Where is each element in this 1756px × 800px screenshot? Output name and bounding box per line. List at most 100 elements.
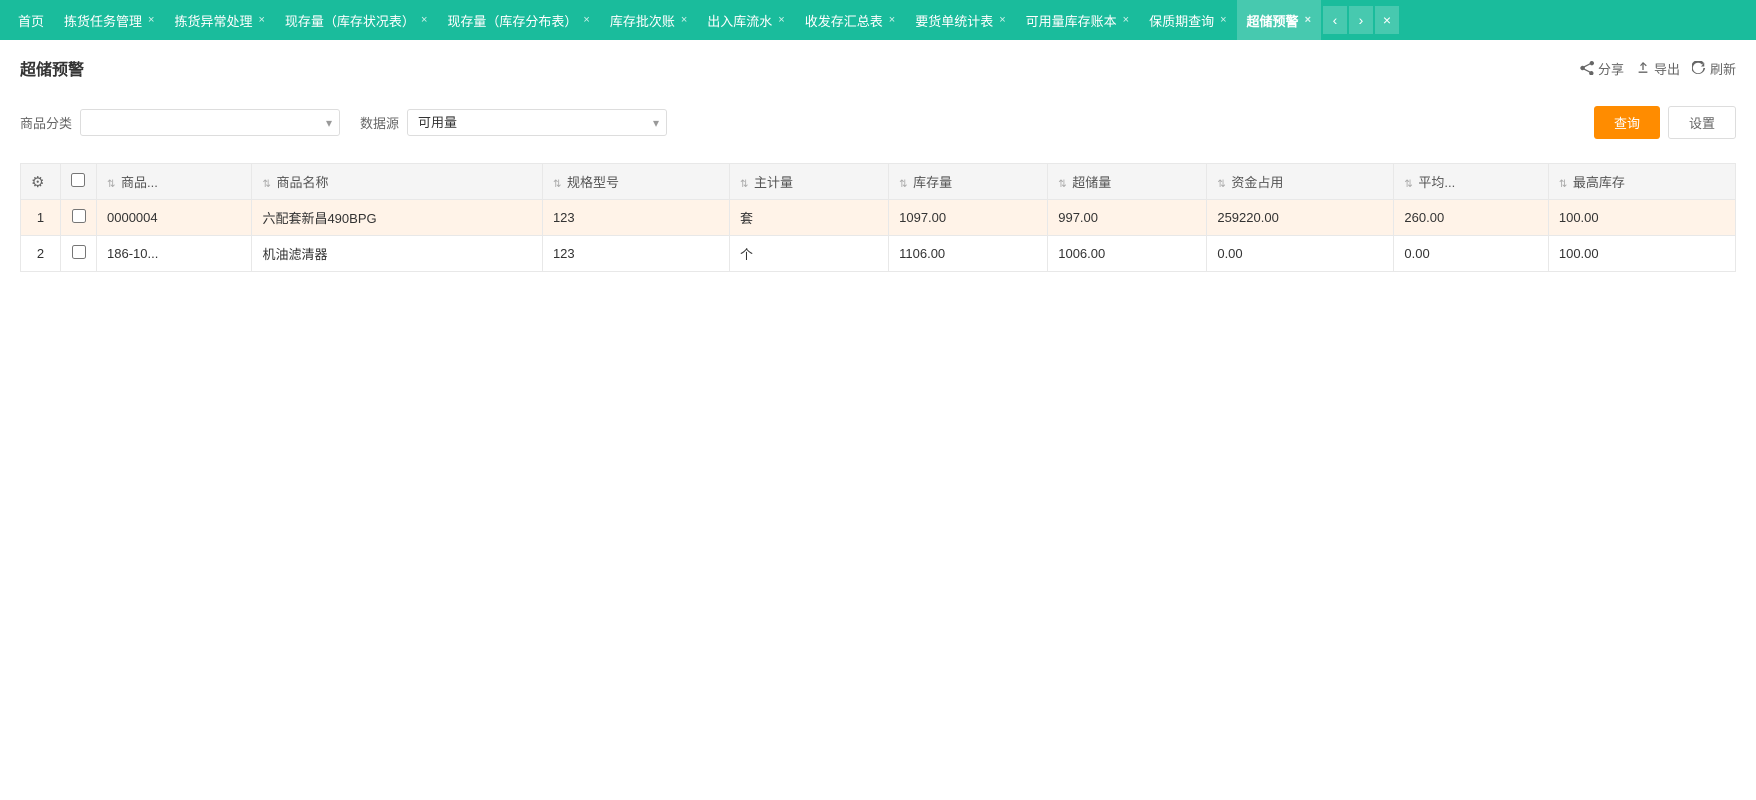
tab-close-button[interactable]: × — [1375, 6, 1399, 34]
tab-inventory-status[interactable]: 现存量（库存状况表） × — [275, 0, 437, 40]
tab-picking-task[interactable]: 拣货任务管理 × — [54, 0, 164, 40]
select-all-checkbox[interactable] — [71, 173, 85, 187]
tab-picking-exception[interactable]: 拣货异常处理 × — [164, 0, 274, 40]
page-content: 超储预警 分享 导出 刷新 商品分类 — [0, 40, 1756, 800]
tab-order-stats[interactable]: 要货单统计表 × — [905, 0, 1015, 40]
gear-icon[interactable]: ⚙ — [31, 174, 44, 191]
category-filter: 商品分类 — [20, 109, 340, 136]
close-icon[interactable]: × — [148, 14, 154, 26]
tab-inout-flow[interactable]: 出入库流水 × — [697, 0, 794, 40]
col-header-max: ⇅ 最高库存 — [1548, 164, 1735, 200]
close-icon[interactable]: × — [1220, 14, 1226, 26]
col-header-unit: ⇅ 主计量 — [730, 164, 889, 200]
row-name: 六配套新昌490BPG — [252, 200, 543, 236]
row-stock: 1106.00 — [889, 236, 1048, 272]
table-row: 2 186-10... 机油滤清器 123 个 1106.00 1006.00 … — [21, 236, 1736, 272]
sort-icon: ⇅ — [1404, 179, 1412, 190]
close-icon[interactable]: × — [778, 14, 784, 26]
close-icon[interactable]: × — [583, 14, 589, 26]
close-icon[interactable]: × — [421, 14, 427, 26]
settings-button[interactable]: 设置 — [1668, 106, 1736, 139]
close-icon[interactable]: × — [1123, 14, 1129, 26]
table-header-row: ⚙ ⇅ 商品... ⇅ 商品名称 ⇅ 规格型号 ⇅ — [21, 164, 1736, 200]
row-avg: 0.00 — [1394, 236, 1548, 272]
row-check — [61, 236, 97, 272]
refresh-icon — [1692, 61, 1706, 75]
row-avg: 260.00 — [1394, 200, 1548, 236]
col-header-settings: ⚙ — [21, 164, 61, 200]
col-header-over: ⇅ 超储量 — [1048, 164, 1207, 200]
datasource-filter: 数据源 可用量 库存量 — [360, 109, 667, 136]
category-select-wrapper — [80, 109, 340, 136]
row-unit: 个 — [730, 236, 889, 272]
col-header-name: ⇅ 商品名称 — [252, 164, 543, 200]
close-icon[interactable]: × — [889, 14, 895, 26]
page-header: 超储预警 分享 导出 刷新 — [20, 56, 1736, 80]
category-label: 商品分类 — [20, 113, 72, 132]
share-icon — [1580, 61, 1594, 75]
share-button[interactable]: 分享 — [1580, 59, 1624, 78]
col-header-check — [61, 164, 97, 200]
tab-overstock-warning[interactable]: 超储预警 × — [1237, 0, 1321, 40]
sort-icon: ⇅ — [740, 179, 748, 190]
query-button[interactable]: 查询 — [1594, 106, 1660, 139]
col-header-capital: ⇅ 资金占用 — [1207, 164, 1394, 200]
close-icon[interactable]: × — [999, 14, 1005, 26]
row-name: 机油滤清器 — [252, 236, 543, 272]
row-max: 100.00 — [1548, 200, 1735, 236]
tab-batch-account[interactable]: 库存批次账 × — [600, 0, 697, 40]
tab-home[interactable]: 首页 — [8, 0, 54, 40]
tab-available-account[interactable]: 可用量库存账本 × — [1016, 0, 1139, 40]
datasource-label: 数据源 — [360, 113, 399, 132]
topbar: 首页 拣货任务管理 × 拣货异常处理 × 现存量（库存状况表） × 现存量（库存… — [0, 0, 1756, 40]
refresh-button[interactable]: 刷新 — [1692, 59, 1736, 78]
page-title: 超储预警 — [20, 56, 84, 80]
sort-icon: ⇅ — [1559, 179, 1567, 190]
row-spec: 123 — [542, 236, 729, 272]
col-header-spec: ⇅ 规格型号 — [542, 164, 729, 200]
sort-icon: ⇅ — [107, 179, 115, 190]
close-icon[interactable]: × — [681, 14, 687, 26]
row-capital: 0.00 — [1207, 236, 1394, 272]
row-spec: 123 — [542, 200, 729, 236]
sort-icon: ⇅ — [1217, 179, 1225, 190]
col-header-stock: ⇅ 库存量 — [889, 164, 1048, 200]
data-table: ⚙ ⇅ 商品... ⇅ 商品名称 ⇅ 规格型号 ⇅ — [20, 163, 1736, 272]
row-capital: 259220.00 — [1207, 200, 1394, 236]
table-body: 1 0000004 六配套新昌490BPG 123 套 1097.00 997.… — [21, 200, 1736, 272]
close-icon[interactable]: × — [1305, 14, 1311, 26]
row-code: 0000004 — [97, 200, 252, 236]
table-row: 1 0000004 六配套新昌490BPG 123 套 1097.00 997.… — [21, 200, 1736, 236]
row-checkbox[interactable] — [72, 209, 86, 223]
tab-inventory-dist[interactable]: 现存量（库存分布表） × — [437, 0, 599, 40]
sort-icon: ⇅ — [553, 179, 561, 190]
export-button[interactable]: 导出 — [1636, 59, 1680, 78]
col-header-avg: ⇅ 平均... — [1394, 164, 1548, 200]
datasource-select-wrapper: 可用量 库存量 — [407, 109, 667, 136]
header-actions: 分享 导出 刷新 — [1580, 59, 1736, 78]
row-num: 2 — [21, 236, 61, 272]
tab-collect-summary[interactable]: 收发存汇总表 × — [795, 0, 905, 40]
row-check — [61, 200, 97, 236]
col-header-code: ⇅ 商品... — [97, 164, 252, 200]
row-over: 997.00 — [1048, 200, 1207, 236]
row-stock: 1097.00 — [889, 200, 1048, 236]
sort-icon: ⇅ — [262, 179, 270, 190]
filter-actions: 查询 设置 — [1594, 106, 1736, 139]
sort-icon: ⇅ — [899, 179, 907, 190]
sort-icon: ⇅ — [1058, 179, 1066, 190]
tab-next-button[interactable]: › — [1349, 6, 1373, 34]
row-code: 186-10... — [97, 236, 252, 272]
tab-prev-button[interactable]: ‹ — [1323, 6, 1347, 34]
row-over: 1006.00 — [1048, 236, 1207, 272]
export-icon — [1636, 61, 1650, 75]
row-unit: 套 — [730, 200, 889, 236]
tab-quality-query[interactable]: 保质期查询 × — [1139, 0, 1236, 40]
row-checkbox[interactable] — [72, 245, 86, 259]
close-icon[interactable]: × — [258, 14, 264, 26]
datasource-select[interactable]: 可用量 库存量 — [407, 109, 667, 136]
category-select[interactable] — [80, 109, 340, 136]
row-num: 1 — [21, 200, 61, 236]
row-max: 100.00 — [1548, 236, 1735, 272]
filter-bar: 商品分类 数据源 可用量 库存量 查询 设置 — [20, 96, 1736, 149]
